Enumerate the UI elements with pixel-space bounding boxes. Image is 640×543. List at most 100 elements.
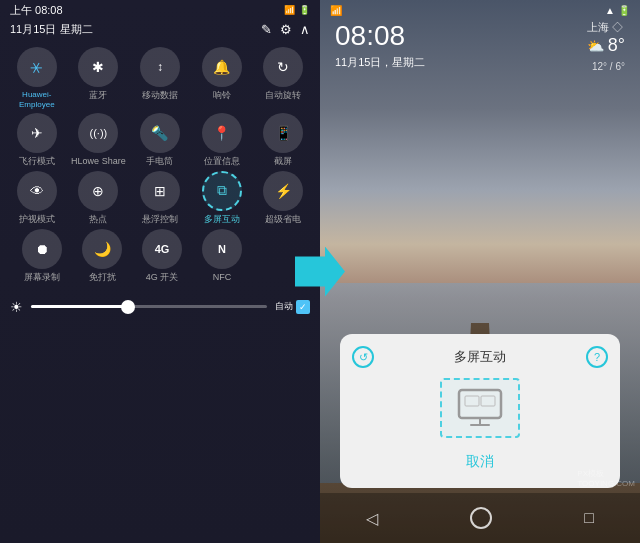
multi-screen-icon-wrap: ⧉ xyxy=(202,171,242,211)
monitor-svg xyxy=(455,388,505,428)
brightness-row: ☀ 自动 ✓ xyxy=(0,291,320,323)
airplane-icon-wrap: ✈ xyxy=(17,113,57,153)
qs-eye-protect-label: 护视模式 xyxy=(19,214,55,225)
screen-record-icon: ⏺ xyxy=(35,241,49,257)
qs-hotspot[interactable]: ⊕ 热点 xyxy=(70,171,126,225)
right-status-left-icons: 📶 xyxy=(330,5,342,16)
svg-rect-4 xyxy=(481,396,495,406)
location-label: 上海 ◇ xyxy=(587,20,623,35)
no-disturb-icon-wrap: 🌙 xyxy=(82,229,122,269)
qs-hotspot-label: 热点 xyxy=(89,214,107,225)
bluetooth-icon-wrap: ✱ xyxy=(78,47,118,87)
qs-screen-record[interactable]: ⏺ 屏幕录制 xyxy=(14,229,70,283)
qs-mobile-data[interactable]: ↕ 移动数据 xyxy=(132,47,188,109)
right-status-right-icons: ▲ 🔋 xyxy=(605,5,630,16)
home-button[interactable] xyxy=(470,507,492,529)
left-time: 上午 08:08 xyxy=(10,3,63,18)
eye-protect-icon-wrap: 👁 xyxy=(17,171,57,211)
qs-multi-screen-label: 多屏互动 xyxy=(204,214,240,225)
brightness-thumb xyxy=(121,300,135,314)
qs-bluetooth-label: 蓝牙 xyxy=(89,90,107,101)
dialog-help-icon[interactable]: ? xyxy=(586,346,608,368)
right-date: 11月15日，星期二 xyxy=(335,55,425,70)
screenshot-icon: 📱 xyxy=(275,125,292,141)
qs-nfc[interactable]: N NFC xyxy=(194,229,250,283)
qs-auto-rotate-label: 自动旋转 xyxy=(265,90,301,101)
airplane-icon: ✈ xyxy=(31,125,43,141)
qs-flashlight[interactable]: 🔦 手电筒 xyxy=(132,113,188,167)
brightness-auto: 自动 ✓ xyxy=(275,300,310,314)
right-bottom-nav: ◁ □ xyxy=(320,493,640,543)
flashlight-icon-wrap: 🔦 xyxy=(140,113,180,153)
qs-airplane-label: 飞行模式 xyxy=(19,156,55,167)
qs-row-3: 👁 护视模式 ⊕ 热点 ⊞ 悬浮控制 ⧉ 多屏互动 xyxy=(6,171,314,225)
hotspot-icon: ⊕ xyxy=(92,183,104,199)
dialog-cancel-button[interactable]: 取消 xyxy=(352,448,608,476)
qs-airplane[interactable]: ✈ 飞行模式 xyxy=(9,113,65,167)
wifi-status-icon: ▲ xyxy=(605,5,615,16)
screen-record-icon-wrap: ⏺ xyxy=(22,229,62,269)
hishare-icon-wrap: ((·)) xyxy=(78,113,118,153)
qs-no-disturb[interactable]: 🌙 免打扰 xyxy=(74,229,130,283)
power-save-icon: ⚡ xyxy=(275,183,292,199)
svg-rect-2 xyxy=(470,424,490,426)
watermark: PX模板TOOYING.COM xyxy=(577,468,635,488)
qs-float-control[interactable]: ⊞ 悬浮控制 xyxy=(132,171,188,225)
collapse-icon[interactable]: ∧ xyxy=(300,22,310,37)
qs-eye-protect[interactable]: 👁 护视模式 xyxy=(9,171,65,225)
qs-no-disturb-label: 免打扰 xyxy=(89,272,116,283)
qs-wifi-label: Huawei-Employee xyxy=(19,90,55,109)
qs-flashlight-label: 手电筒 xyxy=(146,156,173,167)
qs-row-2: ✈ 飞行模式 ((·)) HLowe Share 🔦 手电筒 📍 xyxy=(6,113,314,167)
location-icon: 📍 xyxy=(213,125,230,141)
brightness-fill xyxy=(31,305,125,308)
watermark-text: PX模板TOOYING.COM xyxy=(577,469,635,488)
qs-hishare-label: HLowe Share xyxy=(71,156,126,167)
4g-icon-wrap: 4G xyxy=(142,229,182,269)
back-button[interactable]: ◁ xyxy=(366,509,378,528)
dialog-title: 多屏互动 xyxy=(374,348,586,366)
wifi-icon-wrap: ⚹ xyxy=(17,47,57,87)
left-status-icons: 📶 🔋 xyxy=(284,5,310,15)
weather-temp: 8° xyxy=(608,35,625,56)
qs-screenshot[interactable]: 📱 截屏 xyxy=(255,113,311,167)
qs-multi-screen[interactable]: ⧉ 多屏互动 xyxy=(194,171,250,225)
volume-icon: 🔔 xyxy=(213,59,230,75)
svg-rect-3 xyxy=(465,396,479,406)
qs-power-save[interactable]: ⚡ 超级省电 xyxy=(255,171,311,225)
battery-status-icon: 🔋 xyxy=(618,5,630,16)
qs-row-4: ⏺ 屏幕录制 🌙 免打扰 4G 4G 开关 N NFC xyxy=(6,229,314,283)
dialog-refresh-icon[interactable]: ↺ xyxy=(352,346,374,368)
qs-mobile-data-label: 移动数据 xyxy=(142,90,178,101)
nfc-icon-wrap: N xyxy=(202,229,242,269)
signal-strength-icon: 📶 xyxy=(330,5,342,16)
qs-4g-label: 4G 开关 xyxy=(146,272,179,283)
edit-icon[interactable]: ✎ xyxy=(261,22,272,37)
right-panel: 📶 ▲ 🔋 08:08 上海 ◇ ⛅ 8° 12° / 6° 11月15日，星期… xyxy=(320,0,640,543)
brightness-slider[interactable] xyxy=(31,305,267,308)
qs-auto-rotate[interactable]: ↻ 自动旋转 xyxy=(255,47,311,109)
qs-location[interactable]: 📍 位置信息 xyxy=(194,113,250,167)
left-panel: 上午 08:08 📶 🔋 11月15日 星期二 ✎ ⚙ ∧ ⚹ Huawei-E… xyxy=(0,0,320,543)
qs-hishare[interactable]: ((·)) HLowe Share xyxy=(70,113,126,167)
qs-row-1: ⚹ Huawei-Employee ✱ 蓝牙 ↕ 移动数据 xyxy=(6,47,314,109)
screenshot-icon-wrap: 📱 xyxy=(263,113,303,153)
qs-volume-label: 响铃 xyxy=(213,90,231,101)
qs-float-control-label: 悬浮控制 xyxy=(142,214,178,225)
recents-button[interactable]: □ xyxy=(584,509,594,527)
qs-wifi[interactable]: ⚹ Huawei-Employee xyxy=(9,47,65,109)
right-time: 08:08 xyxy=(335,20,405,52)
mobile-data-icon-wrap: ↕ xyxy=(140,47,180,87)
dialog-screen-icon-box[interactable] xyxy=(440,378,520,438)
weather-info: 上海 ◇ ⛅ 8° 12° / 6° xyxy=(587,20,625,74)
multi-screen-icon: ⧉ xyxy=(217,182,227,199)
qs-bluetooth[interactable]: ✱ 蓝牙 xyxy=(70,47,126,109)
float-control-icon: ⊞ xyxy=(154,183,166,199)
left-date-icons: ✎ ⚙ ∧ xyxy=(261,22,310,37)
qs-volume[interactable]: 🔔 响铃 xyxy=(194,47,250,109)
quick-settings-grid: ⚹ Huawei-Employee ✱ 蓝牙 ↕ 移动数据 xyxy=(0,43,320,291)
float-control-icon-wrap: ⊞ xyxy=(140,171,180,211)
settings-icon[interactable]: ⚙ xyxy=(280,22,292,37)
qs-4g[interactable]: 4G 4G 开关 xyxy=(134,229,190,283)
eye-protect-icon: 👁 xyxy=(30,183,44,199)
